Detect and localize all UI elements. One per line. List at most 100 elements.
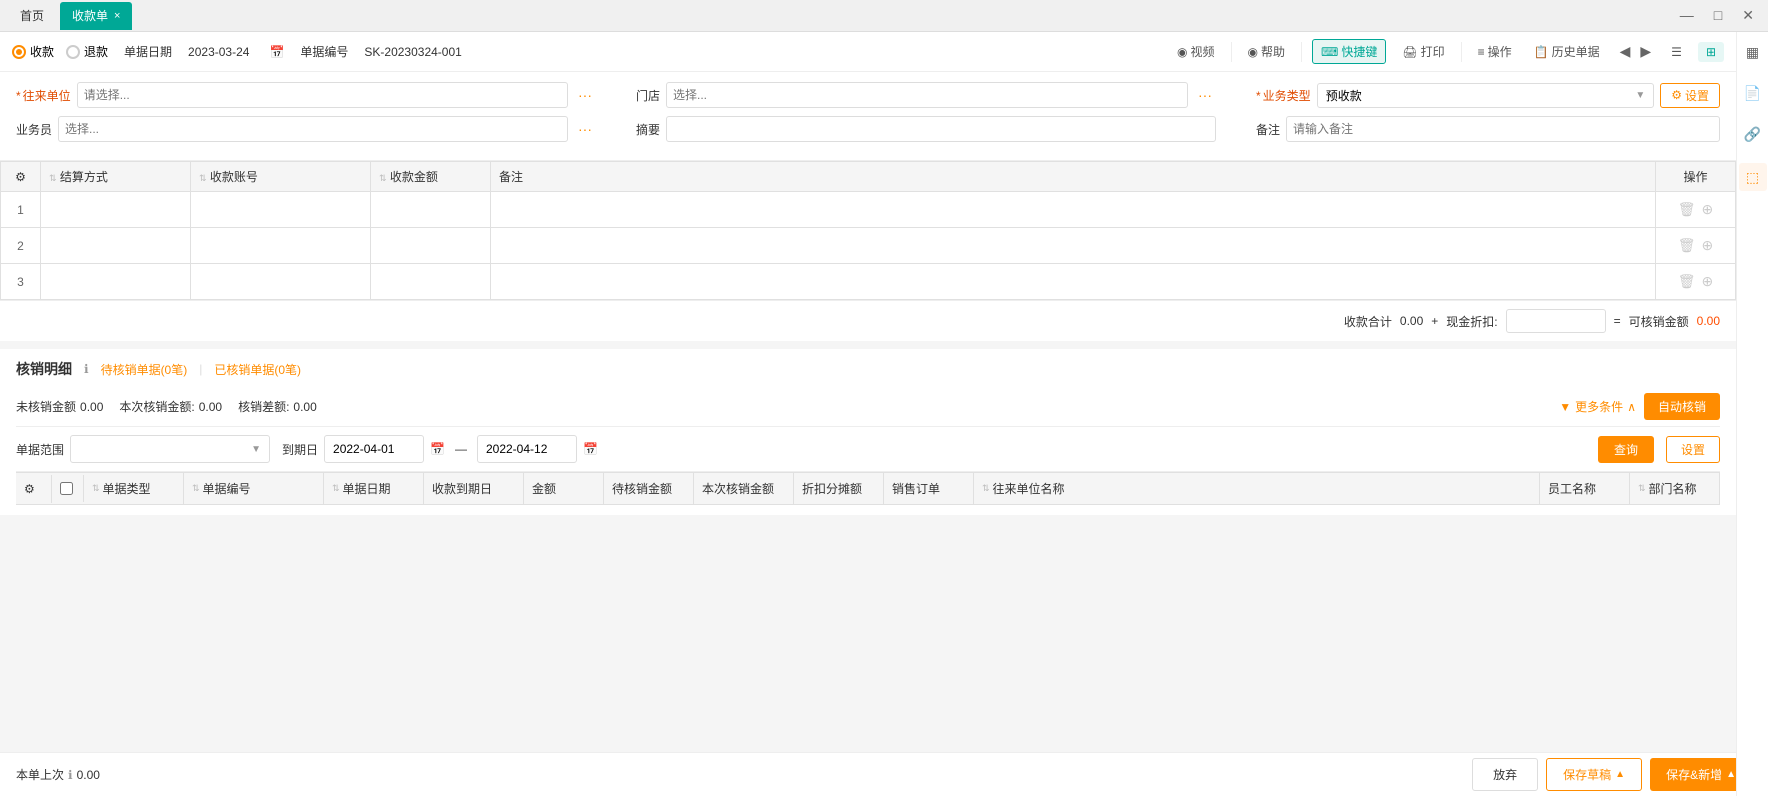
btcol-date-label: 单据日期 bbox=[343, 480, 391, 497]
table-settings-icon[interactable]: ⚙ bbox=[15, 170, 26, 184]
shortcut-icon: ⌨ bbox=[1321, 45, 1338, 59]
row3-delete-icon[interactable]: 🗑 bbox=[1678, 273, 1696, 290]
discount-input[interactable] bbox=[1506, 309, 1606, 333]
btcol-no-label: 单据编号 bbox=[203, 480, 251, 497]
video-button[interactable]: ◉ 视频 bbox=[1171, 40, 1221, 63]
operate-button[interactable]: ≡ 操作 bbox=[1472, 40, 1518, 63]
col-settlement-header: ⇅ 结算方式 bbox=[41, 162, 191, 192]
row1-amount[interactable] bbox=[371, 192, 491, 228]
shortcut-button[interactable]: ⌨ 快捷键 bbox=[1312, 39, 1386, 64]
row2-copy-icon[interactable]: ⊕ bbox=[1702, 237, 1714, 254]
form-row-1: 往来单位 ··· 门店 ··· 业务类型 预收款 ▼ ⚙ bbox=[16, 82, 1720, 108]
grid-icon: ⊞ bbox=[1706, 45, 1716, 59]
form-settings-button[interactable]: ⚙ 设置 bbox=[1660, 83, 1720, 108]
close-button[interactable]: ✕ bbox=[1736, 5, 1760, 26]
range-select[interactable]: ▼ bbox=[70, 435, 270, 463]
sidebar-frame-icon[interactable]: ⬚ bbox=[1739, 163, 1767, 191]
help-button[interactable]: ◉ 帮助 bbox=[1242, 40, 1292, 63]
voucher-date-value: 2023-03-24 bbox=[188, 45, 249, 59]
section-divider bbox=[0, 341, 1736, 349]
btcol-employee-label: 员工名称 bbox=[1548, 480, 1596, 497]
verify-header: 核销明细 ℹ 待核销单据(0笔) | 已核销单据(0笔) bbox=[16, 359, 1720, 379]
row2-account[interactable] bbox=[191, 228, 371, 264]
row2-settlement[interactable] bbox=[41, 228, 191, 264]
row3-remark[interactable] bbox=[491, 264, 1656, 300]
verification-section: 核销明细 ℹ 待核销单据(0笔) | 已核销单据(0笔) 未核销金额 0.00 … bbox=[0, 349, 1736, 515]
row2-delete-icon[interactable]: 🗑 bbox=[1678, 237, 1696, 254]
date-to-input[interactable] bbox=[477, 435, 577, 463]
btcol-counterpart: ⇅ 往来单位名称 bbox=[974, 473, 1540, 504]
counterpart-more-icon[interactable]: ··· bbox=[574, 87, 596, 103]
remark-label: 备注 bbox=[1256, 121, 1280, 138]
business-type-select[interactable]: 预收款 ▼ bbox=[1317, 83, 1655, 108]
row1-copy-icon[interactable]: ⊕ bbox=[1702, 201, 1714, 218]
store-input[interactable] bbox=[666, 82, 1188, 108]
calendar-icon[interactable]: 📅 bbox=[269, 45, 284, 59]
save-draft-button[interactable]: 保存草稿 ▲ bbox=[1546, 758, 1642, 791]
history-button[interactable]: 📋 历史单据 bbox=[1528, 40, 1606, 63]
prev-icon[interactable]: ◀ bbox=[1616, 41, 1635, 62]
radio-payment[interactable]: 收款 bbox=[12, 43, 54, 60]
range-field: 单据范围 ▼ bbox=[16, 435, 270, 463]
store-field: 门店 ··· bbox=[636, 82, 1216, 108]
salesperson-input[interactable] bbox=[58, 116, 568, 142]
row2-remark[interactable] bbox=[491, 228, 1656, 264]
sort-type-icon: ⇅ bbox=[92, 483, 100, 494]
pending-tab[interactable]: 待核销单据(0笔) bbox=[101, 361, 188, 378]
business-type-field: 业务类型 预收款 ▼ ⚙ 设置 bbox=[1256, 83, 1720, 108]
btcol-settings[interactable]: ⚙ bbox=[16, 475, 52, 503]
minimize-button[interactable]: — bbox=[1674, 5, 1700, 26]
done-tab[interactable]: 已核销单据(0笔) bbox=[214, 361, 301, 378]
row3-settlement[interactable] bbox=[41, 264, 191, 300]
info-icon[interactable]: ℹ bbox=[68, 768, 73, 782]
filter-icon: ▼ bbox=[1559, 400, 1571, 414]
grid-view-button[interactable]: ⊞ bbox=[1698, 42, 1724, 62]
verify-stats: 未核销金额 0.00 本次核销金额: 0.00 核销差额: 0.00 ▼ 更多条… bbox=[16, 387, 1720, 426]
remark-input[interactable] bbox=[1286, 116, 1720, 142]
verify-settings-button[interactable]: 设置 bbox=[1666, 436, 1720, 463]
date-from-input[interactable] bbox=[324, 435, 424, 463]
row1-account[interactable] bbox=[191, 192, 371, 228]
row1-remark[interactable] bbox=[491, 192, 1656, 228]
row1-settlement[interactable] bbox=[41, 192, 191, 228]
maximize-button[interactable]: □ bbox=[1708, 5, 1728, 26]
discard-button[interactable]: 放弃 bbox=[1472, 758, 1538, 791]
sidebar-link-icon[interactable]: 🔗 bbox=[1740, 122, 1765, 147]
tab-home[interactable]: 首页 bbox=[8, 2, 56, 30]
tab-close-icon[interactable]: × bbox=[114, 10, 120, 22]
tab-bar: 首页 收款单 × — □ ✕ bbox=[0, 0, 1768, 32]
select-all-checkbox[interactable] bbox=[60, 482, 73, 495]
list-view-button[interactable]: ☰ bbox=[1665, 42, 1688, 62]
verify-info-icon[interactable]: ℹ bbox=[84, 362, 89, 376]
btcol-sales-order: 销售订单 bbox=[884, 473, 974, 504]
salesperson-more-icon[interactable]: ··· bbox=[574, 121, 596, 137]
col-amount-header: ⇅ 收款金额 bbox=[371, 162, 491, 192]
voucher-no-label: 单据编号 bbox=[300, 43, 348, 60]
summary-input[interactable] bbox=[666, 116, 1216, 142]
btcol-checkbox[interactable] bbox=[52, 475, 84, 502]
counterpart-input[interactable] bbox=[77, 82, 568, 108]
query-button[interactable]: 查询 bbox=[1598, 436, 1654, 463]
row2-amount[interactable] bbox=[371, 228, 491, 264]
plus-sign: + bbox=[1431, 314, 1438, 328]
sort-dept-icon: ⇅ bbox=[1638, 483, 1646, 494]
total-label: 收款合计 bbox=[1344, 313, 1392, 330]
btable-settings-icon[interactable]: ⚙ bbox=[24, 482, 35, 496]
store-more-icon[interactable]: ··· bbox=[1194, 87, 1216, 103]
tab-home-label: 首页 bbox=[20, 7, 44, 24]
tab-active[interactable]: 收款单 × bbox=[60, 2, 132, 30]
sidebar-doc-icon[interactable]: 📄 bbox=[1740, 81, 1765, 106]
print-button[interactable]: 🖨 打印 bbox=[1396, 40, 1450, 63]
radio-refund[interactable]: 退款 bbox=[66, 43, 108, 60]
row3-account[interactable] bbox=[191, 264, 371, 300]
next-icon[interactable]: ▶ bbox=[1636, 41, 1655, 62]
row3-amount[interactable] bbox=[371, 264, 491, 300]
sidebar-table-icon[interactable]: ▦ bbox=[1742, 40, 1763, 65]
row1-delete-icon[interactable]: 🗑 bbox=[1678, 201, 1696, 218]
col-settings[interactable]: ⚙ bbox=[1, 162, 41, 192]
more-conditions-button[interactable]: ▼ 更多条件 ∧ bbox=[1559, 398, 1636, 415]
auto-verify-button[interactable]: 自动核销 bbox=[1644, 393, 1720, 420]
row3-copy-icon[interactable]: ⊕ bbox=[1702, 273, 1714, 290]
date-from-calendar-icon[interactable]: 📅 bbox=[430, 442, 445, 456]
date-to-calendar-icon[interactable]: 📅 bbox=[583, 442, 598, 456]
